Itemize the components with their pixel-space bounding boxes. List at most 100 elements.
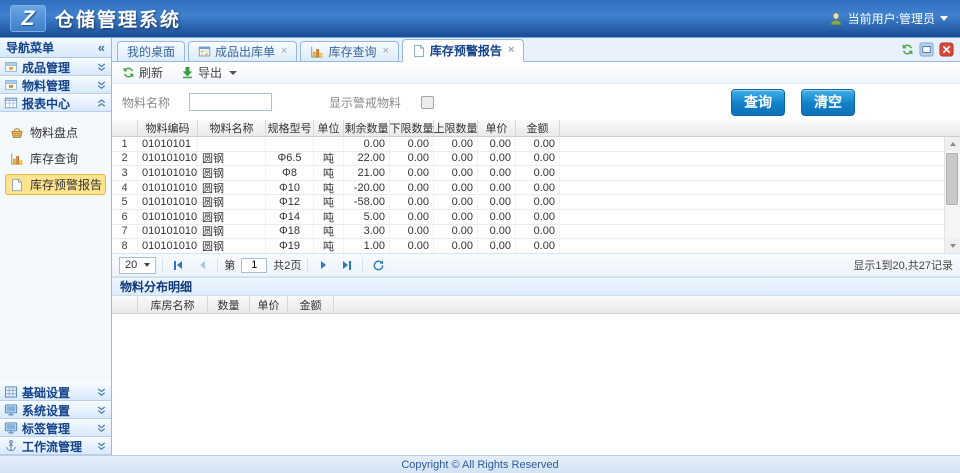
nav-material-mgmt[interactable]: 物料管理 [0,76,111,94]
column-header[interactable]: 金额 [516,120,560,136]
column-header[interactable]: 下限数量 [390,120,434,136]
grid-cell: 0.00 [478,181,516,195]
maximize-icon[interactable] [919,42,934,57]
table-row[interactable]: 20101010101圆钢Φ6.5吨22.000.000.000.000.00 [112,152,960,167]
tab-close-icon[interactable]: × [382,46,388,57]
page-size-select[interactable]: 20 [119,257,156,274]
next-page-button[interactable] [314,257,332,273]
scrollbar-thumb[interactable] [946,153,958,205]
row-number: 5 [112,195,138,209]
grid-cell: 0101010103 [138,181,198,195]
toolbar: 刷新 导出 [112,62,960,84]
sidebar-collapse-button[interactable]: « [98,40,105,55]
column-header[interactable]: 数量 [208,296,250,313]
column-header[interactable]: 单价 [250,296,288,313]
column-header[interactable]: 物料编码 [138,120,198,136]
grid-cell: 0.00 [344,137,390,151]
first-page-button[interactable] [169,257,187,273]
vertical-scrollbar[interactable] [944,137,960,253]
grid-cell: 圆钢 [198,195,266,209]
grid-cell: 0.00 [516,152,560,166]
page-number-input[interactable] [241,258,267,273]
nav-basic-settings[interactable]: 基础设置 [0,383,111,401]
row-number: 3 [112,166,138,180]
warning-filter-checkbox[interactable] [421,96,434,109]
tab-label: 我的桌面 [127,43,175,60]
export-button[interactable]: 导出 [178,63,240,82]
material-name-input[interactable] [189,93,272,111]
grid-cell: 圆钢 [198,152,266,166]
grid-cell: 0.00 [434,195,478,209]
copyright-text: Copyright © All Rights Reserved [401,459,558,471]
table-row[interactable]: 60101010105圆钢Φ14吨5.000.000.000.000.00 [112,210,960,225]
chevron-double-down-icon [96,387,107,398]
column-header[interactable]: 物料名称 [198,120,266,136]
pager-info: 显示1到20,共27记录 [853,257,953,273]
tab-label: 库存查询 [328,43,376,60]
grid-cell: 吨 [314,225,344,239]
last-page-button[interactable] [338,257,356,273]
grid-cell: 0.00 [478,166,516,180]
column-header[interactable]: 单价 [478,120,516,136]
panel-label: 基础设置 [22,384,70,401]
scrollbar-track[interactable] [945,151,960,239]
grid-cell: Φ8 [266,166,314,180]
scroll-up-icon[interactable] [945,137,960,151]
menu-inventory-query[interactable]: 库存查询 [5,148,106,169]
column-header[interactable]: 金额 [288,296,334,313]
pager-refresh-button[interactable] [369,257,387,273]
menu-inventory-warning-report[interactable]: 库存预警报告 [5,174,106,195]
column-header[interactable]: 库房名称 [138,296,208,313]
logo-letter: Z [22,8,35,29]
user-menu[interactable]: 当前用户:管理员 [829,10,948,27]
column-header[interactable]: 上限数量 [434,120,478,136]
nav-label-mgmt[interactable]: 标签管理 [0,419,111,437]
query-button[interactable]: 查询 [731,89,785,116]
document-icon [412,44,426,58]
report-table-icon [4,96,18,110]
table-row[interactable]: 1010101010.000.000.000.000.00 [112,137,960,152]
export-icon [181,66,194,79]
tab-inventory-query[interactable]: 库存查询 × [300,41,398,61]
grid-cell: 吨 [314,239,344,253]
nav-report-center[interactable]: 报表中心 [0,94,111,112]
menu-item-label: 物料盘点 [30,124,78,141]
table-row[interactable]: 30101010102圆钢Φ8吨21.000.000.000.000.00 [112,166,960,181]
grid-cell: 0.00 [434,166,478,180]
column-header[interactable]: 规格型号 [266,120,314,136]
table-row[interactable]: 40101010103圆钢Φ10吨-20.000.000.000.000.00 [112,181,960,196]
grid-cell: 0.00 [390,152,434,166]
prev-page-button[interactable] [193,257,211,273]
grid-cell: 0.00 [390,239,434,253]
table-row[interactable]: 50101010104圆钢Φ12吨-58.000.000.000.000.00 [112,195,960,210]
column-header[interactable]: 剩余数量 [344,120,390,136]
table-row[interactable]: 70101010107圆钢Φ18吨3.000.000.000.000.00 [112,225,960,240]
grid-cell: Φ6.5 [266,152,314,166]
menu-material-stocktake[interactable]: 物料盘点 [5,122,106,143]
grid-cell: Φ14 [266,210,314,224]
grid-cell: 0.00 [516,166,560,180]
grid-cell: 吨 [314,195,344,209]
nav-workflow-mgmt[interactable]: 工作流管理 [0,437,111,455]
tab-my-desktop[interactable]: 我的桌面 [117,41,185,61]
grid-cell: 0.00 [478,152,516,166]
tab-close-icon[interactable]: × [508,45,514,56]
nav-product-mgmt[interactable]: 成品管理 [0,58,111,76]
scroll-down-icon[interactable] [945,239,960,253]
tab-inventory-warning-report[interactable]: 库存预警报告× [402,39,524,62]
column-header[interactable]: 单位 [314,120,344,136]
tab-close-icon[interactable]: × [281,46,287,57]
refresh-button[interactable]: 刷新 [119,63,166,82]
close-tab-icon[interactable] [939,42,954,57]
tab-bar: 我的桌面成品出库单×库存查询×库存预警报告× [112,38,960,62]
nav-system-settings[interactable]: 系统设置 [0,401,111,419]
tab-product-outbound[interactable]: 成品出库单 × [188,41,297,61]
row-number: 6 [112,210,138,224]
grid-cell: 3.00 [344,225,390,239]
header-filler [560,120,960,136]
row-number: 8 [112,239,138,253]
table-row[interactable]: 80101010108圆钢Φ19吨1.000.000.000.000.00 [112,239,960,254]
tab-label: 成品出库单 [215,43,275,60]
refresh-tabs-icon[interactable] [901,43,914,56]
clear-button[interactable]: 清空 [801,89,855,116]
